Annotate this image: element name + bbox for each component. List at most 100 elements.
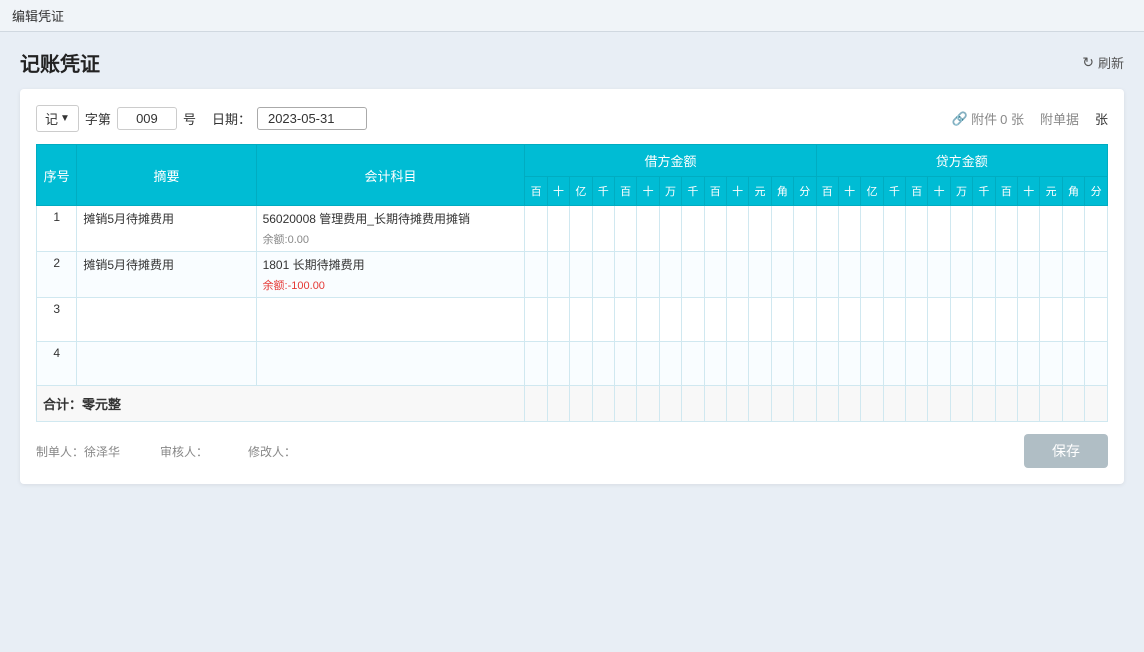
row-credit-3-5[interactable] — [928, 298, 950, 342]
row-debit-3-7[interactable] — [682, 298, 704, 342]
row-debit-1-12[interactable] — [794, 206, 816, 252]
row-debit-3-6[interactable] — [659, 298, 681, 342]
row-debit-3-10[interactable] — [749, 298, 771, 342]
row-credit-1-1[interactable] — [838, 206, 860, 252]
row-debit-1-9[interactable] — [726, 206, 748, 252]
row-debit-4-3[interactable] — [592, 342, 614, 386]
row-credit-2-2[interactable] — [861, 252, 883, 298]
row-debit-2-5[interactable] — [637, 252, 659, 298]
row-debit-2-7[interactable] — [682, 252, 704, 298]
row-debit-1-8[interactable] — [704, 206, 726, 252]
attachment-link[interactable]: 🔗 附件 0 张 — [952, 109, 1024, 128]
row-debit-1-5[interactable] — [637, 206, 659, 252]
row-credit-4-3[interactable] — [883, 342, 905, 386]
row-credit-4-9[interactable] — [1018, 342, 1040, 386]
row-credit-3-9[interactable] — [1018, 298, 1040, 342]
row-credit-3-4[interactable] — [906, 298, 928, 342]
row-credit-4-8[interactable] — [995, 342, 1017, 386]
row-credit-1-3[interactable] — [883, 206, 905, 252]
row-debit-2-6[interactable] — [659, 252, 681, 298]
row-credit-1-2[interactable] — [861, 206, 883, 252]
row-debit-4-9[interactable] — [726, 342, 748, 386]
row-debit-1-7[interactable] — [682, 206, 704, 252]
row-debit-4-4[interactable] — [614, 342, 636, 386]
row-debit-2-8[interactable] — [704, 252, 726, 298]
row-summary-2[interactable]: 摊销5月待摊费用 — [77, 252, 256, 298]
row-debit-1-3[interactable] — [592, 206, 614, 252]
row-credit-4-12[interactable] — [1085, 342, 1108, 386]
row-debit-4-5[interactable] — [637, 342, 659, 386]
row-debit-2-1[interactable] — [547, 252, 569, 298]
row-debit-4-7[interactable] — [682, 342, 704, 386]
row-credit-3-1[interactable] — [838, 298, 860, 342]
attachment-action-link[interactable]: 附单据 — [1040, 109, 1079, 128]
row-debit-3-11[interactable] — [771, 298, 793, 342]
row-credit-4-10[interactable] — [1040, 342, 1062, 386]
row-credit-3-12[interactable] — [1085, 298, 1108, 342]
row-credit-3-10[interactable] — [1040, 298, 1062, 342]
row-credit-3-3[interactable] — [883, 298, 905, 342]
voucher-number-input[interactable] — [117, 107, 177, 130]
row-account-2[interactable]: 1801 长期待摊费用余额:-100.00 — [256, 252, 525, 298]
row-debit-2-11[interactable] — [771, 252, 793, 298]
row-debit-2-4[interactable] — [614, 252, 636, 298]
date-input[interactable] — [257, 107, 367, 130]
row-credit-4-0[interactable] — [816, 342, 838, 386]
row-credit-2-4[interactable] — [906, 252, 928, 298]
row-credit-2-5[interactable] — [928, 252, 950, 298]
row-credit-2-9[interactable] — [1018, 252, 1040, 298]
row-credit-2-6[interactable] — [950, 252, 972, 298]
row-debit-1-10[interactable] — [749, 206, 771, 252]
row-credit-4-1[interactable] — [838, 342, 860, 386]
row-credit-3-7[interactable] — [973, 298, 995, 342]
row-credit-1-7[interactable] — [973, 206, 995, 252]
row-credit-2-7[interactable] — [973, 252, 995, 298]
row-credit-3-11[interactable] — [1062, 298, 1084, 342]
row-debit-2-9[interactable] — [726, 252, 748, 298]
row-credit-4-4[interactable] — [906, 342, 928, 386]
row-credit-3-8[interactable] — [995, 298, 1017, 342]
row-credit-4-6[interactable] — [950, 342, 972, 386]
row-credit-1-11[interactable] — [1062, 206, 1084, 252]
row-debit-4-11[interactable] — [771, 342, 793, 386]
row-debit-3-9[interactable] — [726, 298, 748, 342]
row-debit-3-0[interactable] — [525, 298, 547, 342]
row-credit-2-8[interactable] — [995, 252, 1017, 298]
row-credit-3-0[interactable] — [816, 298, 838, 342]
row-debit-4-2[interactable] — [570, 342, 592, 386]
row-debit-2-3[interactable] — [592, 252, 614, 298]
row-debit-1-1[interactable] — [547, 206, 569, 252]
row-debit-1-11[interactable] — [771, 206, 793, 252]
row-account-3[interactable] — [256, 298, 525, 342]
row-debit-4-0[interactable] — [525, 342, 547, 386]
row-credit-3-2[interactable] — [861, 298, 883, 342]
row-debit-2-12[interactable] — [794, 252, 816, 298]
row-credit-3-6[interactable] — [950, 298, 972, 342]
row-debit-2-10[interactable] — [749, 252, 771, 298]
row-debit-1-6[interactable] — [659, 206, 681, 252]
row-credit-1-9[interactable] — [1018, 206, 1040, 252]
row-credit-4-2[interactable] — [861, 342, 883, 386]
row-credit-4-5[interactable] — [928, 342, 950, 386]
row-debit-3-2[interactable] — [570, 298, 592, 342]
row-debit-2-0[interactable] — [525, 252, 547, 298]
save-button[interactable]: 保存 — [1024, 434, 1108, 468]
row-summary-4[interactable] — [77, 342, 256, 386]
row-credit-4-11[interactable] — [1062, 342, 1084, 386]
row-debit-3-12[interactable] — [794, 298, 816, 342]
row-credit-2-3[interactable] — [883, 252, 905, 298]
row-account-4[interactable] — [256, 342, 525, 386]
row-credit-1-6[interactable] — [950, 206, 972, 252]
row-credit-1-12[interactable] — [1085, 206, 1108, 252]
row-debit-4-6[interactable] — [659, 342, 681, 386]
row-debit-3-4[interactable] — [614, 298, 636, 342]
refresh-button[interactable]: ↻ 刷新 — [1082, 53, 1124, 72]
row-debit-4-1[interactable] — [547, 342, 569, 386]
row-debit-1-2[interactable] — [570, 206, 592, 252]
row-credit-2-12[interactable] — [1085, 252, 1108, 298]
row-credit-2-11[interactable] — [1062, 252, 1084, 298]
row-debit-2-2[interactable] — [570, 252, 592, 298]
row-summary-3[interactable] — [77, 298, 256, 342]
type-dropdown-button[interactable]: 记 ▼ — [36, 105, 79, 132]
row-debit-3-5[interactable] — [637, 298, 659, 342]
